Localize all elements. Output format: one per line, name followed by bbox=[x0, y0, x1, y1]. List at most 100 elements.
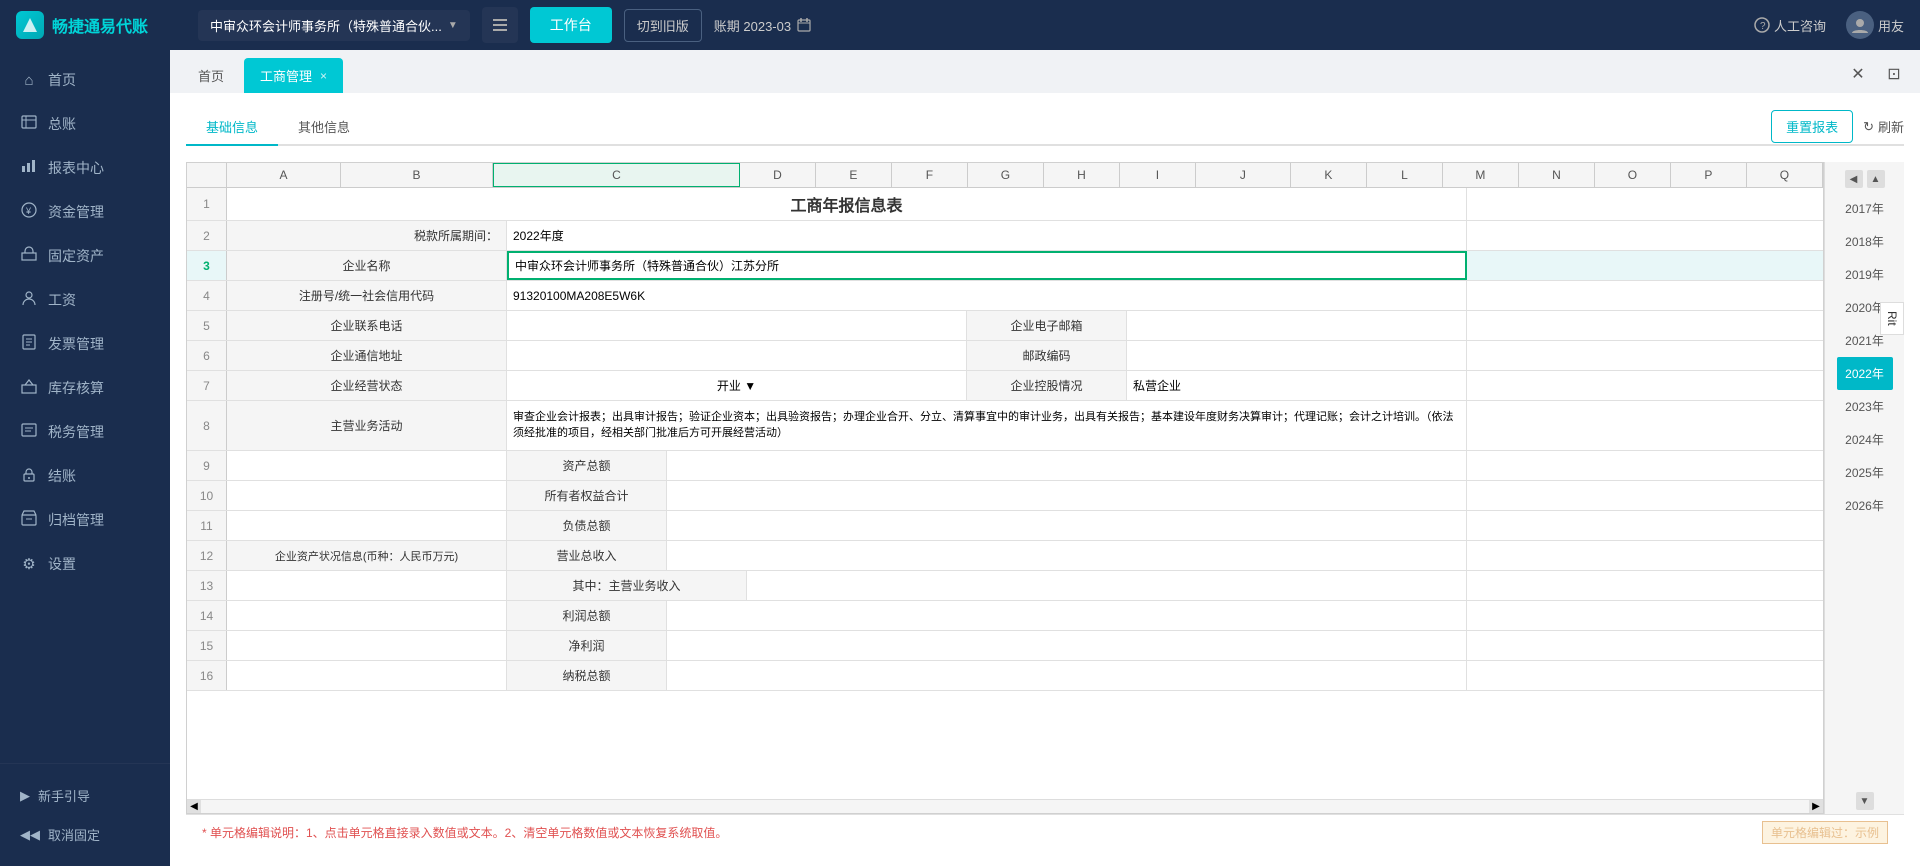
scroll-right-icon[interactable]: ▶ bbox=[1809, 800, 1823, 814]
user-menu[interactable]: 用友 bbox=[1846, 11, 1904, 39]
year-item-2022[interactable]: 2022年 bbox=[1837, 357, 1893, 390]
workbench-button[interactable]: 工作台 bbox=[530, 7, 612, 43]
sidebar-item-reports[interactable]: 报表中心 bbox=[0, 146, 170, 190]
sidebar-item-assets[interactable]: 固定资产 bbox=[0, 234, 170, 278]
cell-13-value[interactable] bbox=[747, 571, 1467, 600]
cell-13-a bbox=[227, 571, 507, 600]
cell-5-phone[interactable] bbox=[507, 311, 967, 340]
year-item-2017[interactable]: 2017年 bbox=[1837, 192, 1893, 225]
cell-14-value[interactable] bbox=[667, 601, 1467, 630]
unpin-button[interactable]: ◀◀ 取消固定 bbox=[0, 815, 170, 854]
sidebar-item-settings[interactable]: ⚙ 设置 bbox=[0, 542, 170, 586]
scroll-left-icon[interactable]: ◀ bbox=[187, 800, 201, 814]
cell-11-value[interactable] bbox=[667, 511, 1467, 540]
old-version-button[interactable]: 切到旧版 bbox=[624, 9, 702, 42]
tab-close-icon[interactable]: × bbox=[320, 69, 327, 83]
collapse-up-icon[interactable]: ▲ bbox=[1867, 170, 1885, 188]
new-user-guide[interactable]: ▶ 新手引导 bbox=[0, 776, 170, 815]
tab-active[interactable]: 工商管理 × bbox=[244, 58, 343, 93]
year-item-2024[interactable]: 2024年 bbox=[1837, 423, 1893, 456]
cell-11-label: 负债总额 bbox=[507, 511, 667, 540]
sidebar-bottom: ▶ 新手引导 ◀◀ 取消固定 bbox=[0, 763, 170, 866]
tab-home[interactable]: 首页 bbox=[182, 58, 240, 93]
sidebar-item-wages[interactable]: 工资 bbox=[0, 278, 170, 322]
cell-11-a bbox=[227, 511, 507, 540]
user-label: 用友 bbox=[1878, 16, 1904, 35]
sub-tab-basic[interactable]: 基础信息 bbox=[186, 109, 278, 146]
topbar: 畅捷通易代账 中审众环会计师事务所（特殊普通合伙... ▼ 工作台 切到旧版 账… bbox=[0, 0, 1920, 50]
sidebar-item-finance[interactable]: ¥ 资金管理 bbox=[0, 190, 170, 234]
reset-report-button[interactable]: 重置报表 bbox=[1771, 110, 1853, 143]
sidebar-item-invoice[interactable]: 发票管理 bbox=[0, 322, 170, 366]
table-row: 3 企业名称 中审众环会计师事务所（特殊普通合伙）江苏分所 bbox=[187, 251, 1823, 281]
svg-text:¥: ¥ bbox=[25, 206, 32, 216]
cell-2-value[interactable]: 2022年度 bbox=[507, 221, 1467, 250]
cell-5-email[interactable] bbox=[1127, 311, 1467, 340]
sidebar-item-archive[interactable]: 归档管理 bbox=[0, 498, 170, 542]
sidebar-item-tax[interactable]: 税务管理 bbox=[0, 410, 170, 454]
row-num-12: 12 bbox=[187, 541, 227, 570]
inventory-icon bbox=[20, 378, 38, 398]
col-header-A: A bbox=[227, 163, 341, 187]
cell-6-postal[interactable] bbox=[1127, 341, 1467, 370]
invoice-icon bbox=[20, 334, 38, 354]
main-layout: ⌂ 首页 总账 报表中心 ¥ 资金管理 bbox=[0, 50, 1920, 866]
year-item-2018[interactable]: 2018年 bbox=[1837, 225, 1893, 258]
cell-4-value[interactable]: 91320100MA208E5W6K bbox=[507, 281, 1467, 310]
refresh-button[interactable]: ↻ 刷新 bbox=[1863, 117, 1904, 136]
spreadsheet: A B C D E F G H I J K L M N O bbox=[186, 162, 1824, 814]
cell-16-value[interactable] bbox=[667, 661, 1467, 690]
expand-window-icon[interactable]: ⊡ bbox=[1880, 60, 1908, 88]
sidebar-label-settings: 设置 bbox=[48, 554, 76, 574]
content-area: 首页 工商管理 × ✕ ⊡ 基础信息 其他信息 重置报表 ↻ 刷新 bbox=[170, 50, 1920, 866]
scroll-track[interactable] bbox=[201, 800, 1809, 814]
col-header-B: B bbox=[341, 163, 493, 187]
company-selector[interactable]: 中审众环会计师事务所（特殊普通合伙... ▼ bbox=[198, 10, 470, 41]
year-item-2023[interactable]: 2023年 bbox=[1837, 390, 1893, 423]
sidebar-item-closing[interactable]: 结账 bbox=[0, 454, 170, 498]
close-window-icon[interactable]: ✕ bbox=[1844, 60, 1872, 88]
year-item-2019[interactable]: 2019年 bbox=[1837, 258, 1893, 291]
user-avatar bbox=[1846, 11, 1874, 39]
table-row: 7 企业经营状态 开业 ▼ 企业控股情况 私营企业 bbox=[187, 371, 1823, 401]
collapse-left-icon[interactable]: ◀ bbox=[1845, 170, 1863, 188]
cell-15-label: 净利润 bbox=[507, 631, 667, 660]
assets-icon bbox=[20, 246, 38, 266]
cell-10-value[interactable] bbox=[667, 481, 1467, 510]
sidebar-item-home[interactable]: ⌂ 首页 bbox=[0, 58, 170, 102]
sub-tab-actions: 重置报表 ↻ 刷新 bbox=[1771, 110, 1904, 143]
company-name: 中审众环会计师事务所（特殊普通合伙... bbox=[210, 16, 442, 35]
svg-text:?: ? bbox=[1760, 21, 1766, 32]
sheet-body[interactable]: 1 工商年报信息表 2 税款所属期间： 2022年度 3 企业名称 bbox=[187, 188, 1823, 799]
cell-6-address[interactable] bbox=[507, 341, 967, 370]
status-bar: * 单元格编辑说明：1、点击单元格直接录入数值或文本。2、清空单元格数值或文本恢… bbox=[186, 814, 1904, 850]
year-item-2025[interactable]: 2025年 bbox=[1837, 456, 1893, 489]
horizontal-scrollbar[interactable]: ◀ ▶ bbox=[187, 799, 1823, 813]
cell-9-label: 资产总额 bbox=[507, 451, 667, 480]
period-selector[interactable]: 账期 2023-03 bbox=[714, 16, 811, 35]
col-header-Q: Q bbox=[1747, 163, 1823, 187]
rit-label[interactable]: Rit bbox=[1880, 302, 1904, 335]
col-header-D: D bbox=[740, 163, 816, 187]
year-item-2026[interactable]: 2026年 bbox=[1837, 489, 1893, 522]
cell-8-value[interactable]: 审查企业会计报表；出具审计报告；验证企业资本；出具验资报告；办理企业合开、分立、… bbox=[507, 401, 1467, 450]
sub-tab-other[interactable]: 其他信息 bbox=[278, 109, 370, 146]
video-icon: ▶ bbox=[20, 788, 30, 804]
cell-10-label: 所有者权益合计 bbox=[507, 481, 667, 510]
period-label: 账期 2023-03 bbox=[714, 16, 791, 35]
col-header-J: J bbox=[1196, 163, 1291, 187]
cell-7-holding[interactable]: 私营企业 bbox=[1127, 371, 1467, 400]
sidebar-item-inventory[interactable]: 库存核算 bbox=[0, 366, 170, 410]
cell-12-value[interactable] bbox=[667, 541, 1467, 570]
col-header-I: I bbox=[1120, 163, 1196, 187]
sidebar: ⌂ 首页 总账 报表中心 ¥ 资金管理 bbox=[0, 50, 170, 866]
cell-3-value[interactable]: 中审众环会计师事务所（特殊普通合伙）江苏分所 bbox=[507, 251, 1467, 280]
cell-1-title[interactable]: 工商年报信息表 bbox=[227, 188, 1467, 220]
cell-15-value[interactable] bbox=[667, 631, 1467, 660]
help-button[interactable]: ? 人工咨询 bbox=[1754, 16, 1826, 35]
sidebar-item-ledger[interactable]: 总账 bbox=[0, 102, 170, 146]
cell-7-status[interactable]: 开业 ▼ bbox=[507, 371, 967, 400]
company-settings-icon[interactable] bbox=[482, 7, 518, 43]
cell-9-value[interactable] bbox=[667, 451, 1467, 480]
collapse-down-icon[interactable]: ▼ bbox=[1856, 792, 1874, 810]
